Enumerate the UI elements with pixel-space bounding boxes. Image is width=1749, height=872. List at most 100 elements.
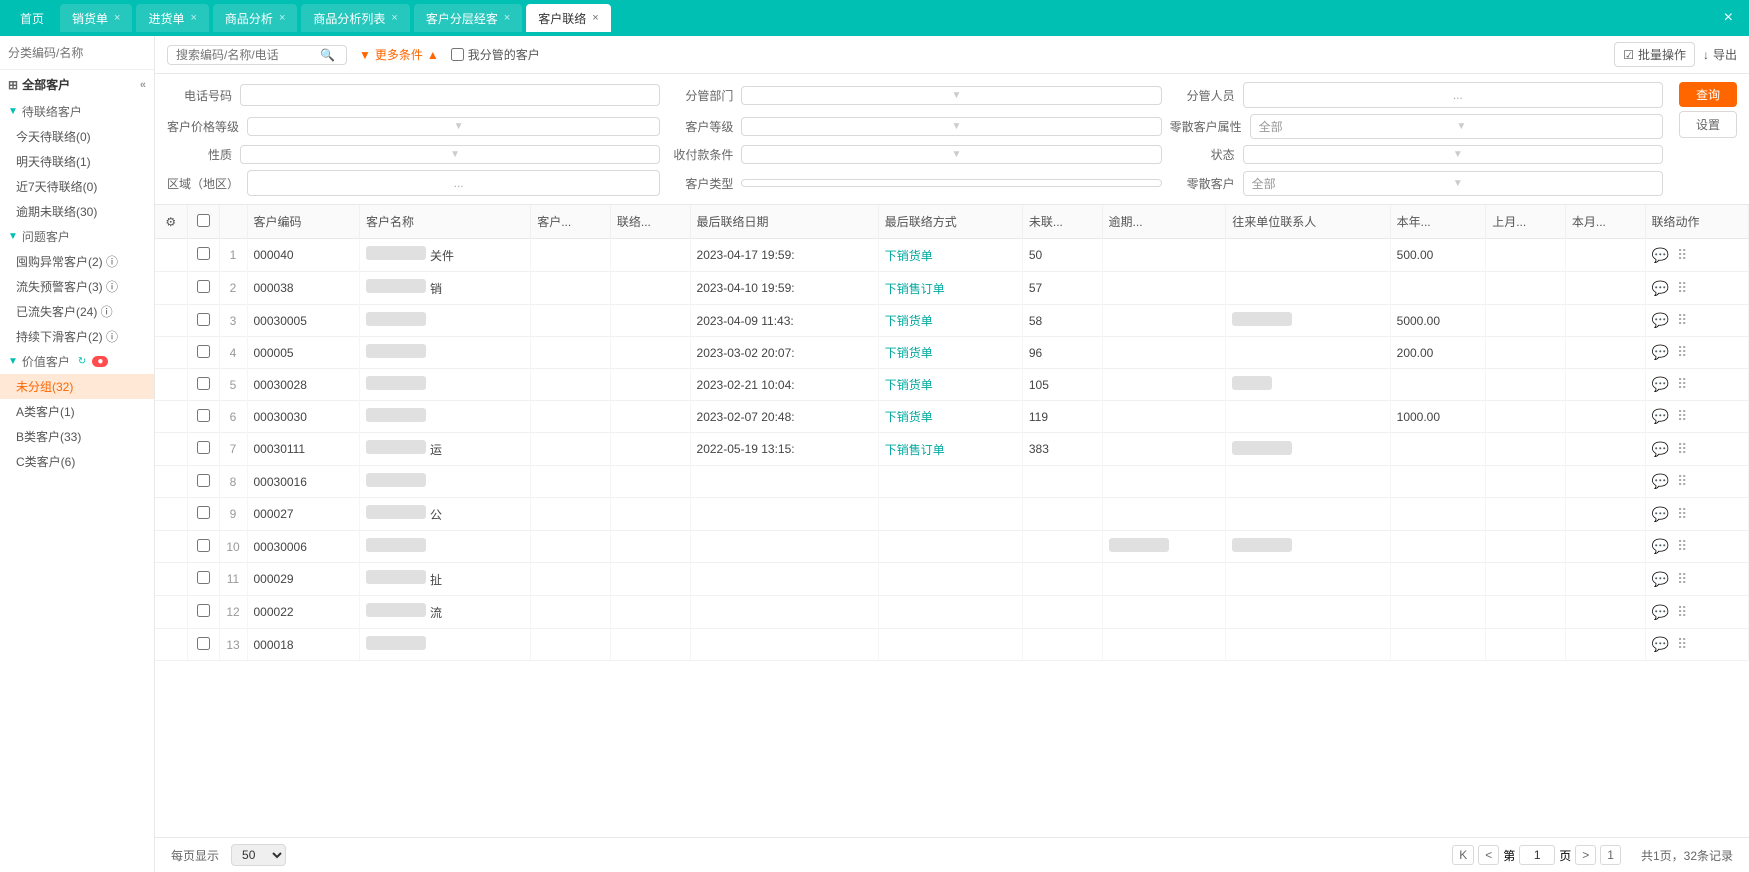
sidebar-item-c-class[interactable]: C类客户(6) <box>0 449 154 474</box>
col-code[interactable]: 客户编码 <box>247 205 360 239</box>
message-icon[interactable]: 💬 <box>1652 280 1669 297</box>
col-this-month[interactable]: 本月... <box>1565 205 1645 239</box>
row-checkbox[interactable] <box>197 474 210 487</box>
contact-method-link[interactable]: 下销货单 <box>885 378 933 392</box>
message-icon[interactable]: 💬 <box>1652 408 1669 425</box>
payment-select[interactable]: ▼ <box>741 145 1161 164</box>
message-icon[interactable]: 💬 <box>1652 376 1669 393</box>
col-name[interactable]: 客户名称 <box>360 205 531 239</box>
customerlevel-select[interactable]: ▼ <box>741 117 1161 136</box>
contact-method-link[interactable]: 下销货单 <box>885 410 933 424</box>
status-select[interactable]: ▼ <box>1243 145 1663 164</box>
refresh-icon[interactable]: ↻ <box>78 356 86 367</box>
grid-action-icon[interactable]: ⠿ <box>1677 376 1687 393</box>
sidebar-item-lost[interactable]: 已流失客户(24) ⓘ <box>0 299 154 324</box>
row-checkbox[interactable] <box>197 409 210 422</box>
department-select[interactable]: ▼ <box>741 86 1161 105</box>
grid-action-icon[interactable]: ⠿ <box>1677 344 1687 361</box>
tab-product-analysis-list-close[interactable]: × <box>391 12 397 24</box>
contact-method-link[interactable]: 下销售订单 <box>885 282 945 296</box>
export-button[interactable]: ↓ 导出 <box>1703 42 1737 67</box>
tab-purchase[interactable]: 进货单 × <box>136 4 208 32</box>
gender-select[interactable]: ▼ <box>240 145 660 164</box>
sidebar-item-today[interactable]: 今天待联络(0) <box>0 124 154 149</box>
region-dots[interactable]: ... <box>448 174 652 192</box>
tab-sales[interactable]: 销货单 × <box>60 4 132 32</box>
col-unit-contact[interactable]: 往来单位联系人 <box>1226 205 1390 239</box>
sidebar-item-b-class[interactable]: B类客户(33) <box>0 424 154 449</box>
message-icon[interactable]: 💬 <box>1652 571 1669 588</box>
sidebar-item-overdue[interactable]: 逾期未联络(30) <box>0 199 154 224</box>
query-button[interactable]: 查询 <box>1679 82 1737 107</box>
row-checkbox[interactable] <box>197 604 210 617</box>
contact-method-link[interactable]: 下销货单 <box>885 249 933 263</box>
contact-method-link[interactable]: 下销售订单 <box>885 443 945 457</box>
message-icon[interactable]: 💬 <box>1652 312 1669 329</box>
message-icon[interactable]: 💬 <box>1652 473 1669 490</box>
col-checkbox[interactable] <box>187 205 219 239</box>
manager-select[interactable]: ... <box>1243 82 1663 108</box>
row-checkbox[interactable] <box>197 345 210 358</box>
grid-action-icon[interactable]: ⠿ <box>1677 571 1687 588</box>
message-icon[interactable]: 💬 <box>1652 506 1669 523</box>
row-checkbox[interactable] <box>197 313 210 326</box>
customertype-select[interactable] <box>741 179 1161 187</box>
col-last-month[interactable]: 上月... <box>1486 205 1566 239</box>
contact-method-link[interactable]: 下销货单 <box>885 346 933 360</box>
row-checkbox[interactable] <box>197 441 210 454</box>
col-type[interactable]: 客户... <box>531 205 611 239</box>
grid-action-icon[interactable]: ⠿ <box>1677 441 1687 458</box>
col-last-contact-method[interactable]: 最后联络方式 <box>878 205 1022 239</box>
message-icon[interactable]: 💬 <box>1652 538 1669 555</box>
reset-button[interactable]: 设置 <box>1679 111 1737 138</box>
sidebar-group-pending[interactable]: ▼ 待联络客户 <box>0 99 154 124</box>
sidebar-item-7days[interactable]: 近7天待联络(0) <box>0 174 154 199</box>
prev-page-button[interactable]: < <box>1478 845 1499 865</box>
col-last-contact-date[interactable]: 最后联络日期 <box>690 205 878 239</box>
batch-operation-button[interactable]: ☑ 批量操作 <box>1614 42 1695 67</box>
my-customers-checkbox-area[interactable]: 我分管的客户 <box>451 46 540 63</box>
tab-customer-segment-close[interactable]: × <box>504 12 510 24</box>
grid-action-icon[interactable]: ⠿ <box>1677 604 1687 621</box>
grid-action-icon[interactable]: ⠿ <box>1677 538 1687 555</box>
contact-method-link[interactable]: 下销货单 <box>885 314 933 328</box>
filter-search-icon[interactable]: 🔍 <box>320 48 335 62</box>
tab-product-analysis-close[interactable]: × <box>279 12 285 24</box>
tab-product-analysis-list[interactable]: 商品分析列表 × <box>301 4 409 32</box>
message-icon[interactable]: 💬 <box>1652 604 1669 621</box>
col-contact[interactable]: 联络... <box>610 205 690 239</box>
tab-purchase-close[interactable]: × <box>190 12 196 24</box>
tab-product-analysis[interactable]: 商品分析 × <box>213 4 297 32</box>
row-checkbox[interactable] <box>197 247 210 260</box>
sidebar-group-problem[interactable]: ▼ 问题客户 <box>0 224 154 249</box>
message-icon[interactable]: 💬 <box>1652 636 1669 653</box>
sidebar-group-value[interactable]: ▼ 价值客户 ↻ ● <box>0 349 154 374</box>
first-page-button[interactable]: K <box>1452 845 1474 865</box>
row-checkbox[interactable] <box>197 280 210 293</box>
select-all-checkbox[interactable] <box>197 214 210 227</box>
row-checkbox[interactable] <box>197 506 210 519</box>
grid-action-icon[interactable]: ⠿ <box>1677 247 1687 264</box>
page-number-input[interactable] <box>1519 845 1555 865</box>
message-icon[interactable]: 💬 <box>1652 441 1669 458</box>
region-select[interactable]: ... <box>247 170 660 196</box>
sidebar-item-abnormal[interactable]: 囤购异常客户(2) ⓘ <box>0 249 154 274</box>
my-customers-checkbox[interactable] <box>451 48 464 61</box>
page-size-select[interactable]: 50 20 100 <box>231 844 286 866</box>
sidebar-item-warning[interactable]: 流失预警客户(3) ⓘ <box>0 274 154 299</box>
tab-customer-segment[interactable]: 客户分层经客 × <box>414 4 522 32</box>
sidebar-all-customers[interactable]: ⊞ 全部客户 « <box>0 70 154 99</box>
grid-action-icon[interactable]: ⠿ <box>1677 506 1687 523</box>
tab-customer-contact-close[interactable]: × <box>592 12 598 24</box>
last-page-button[interactable]: 1 <box>1600 845 1621 865</box>
row-checkbox[interactable] <box>197 377 210 390</box>
tab-customer-contact[interactable]: 客户联络 × <box>526 4 610 32</box>
col-settings[interactable]: ⚙ <box>155 205 187 239</box>
tab-home[interactable]: 首页 <box>8 4 56 32</box>
grid-action-icon[interactable]: ⠿ <box>1677 280 1687 297</box>
phone-input[interactable] <box>240 84 660 106</box>
sidebar-item-tomorrow[interactable]: 明天待联络(1) <box>0 149 154 174</box>
row-checkbox[interactable] <box>197 539 210 552</box>
retailattr-select[interactable]: 全部 ▼ <box>1250 114 1663 139</box>
tab-sales-close[interactable]: × <box>114 12 120 24</box>
